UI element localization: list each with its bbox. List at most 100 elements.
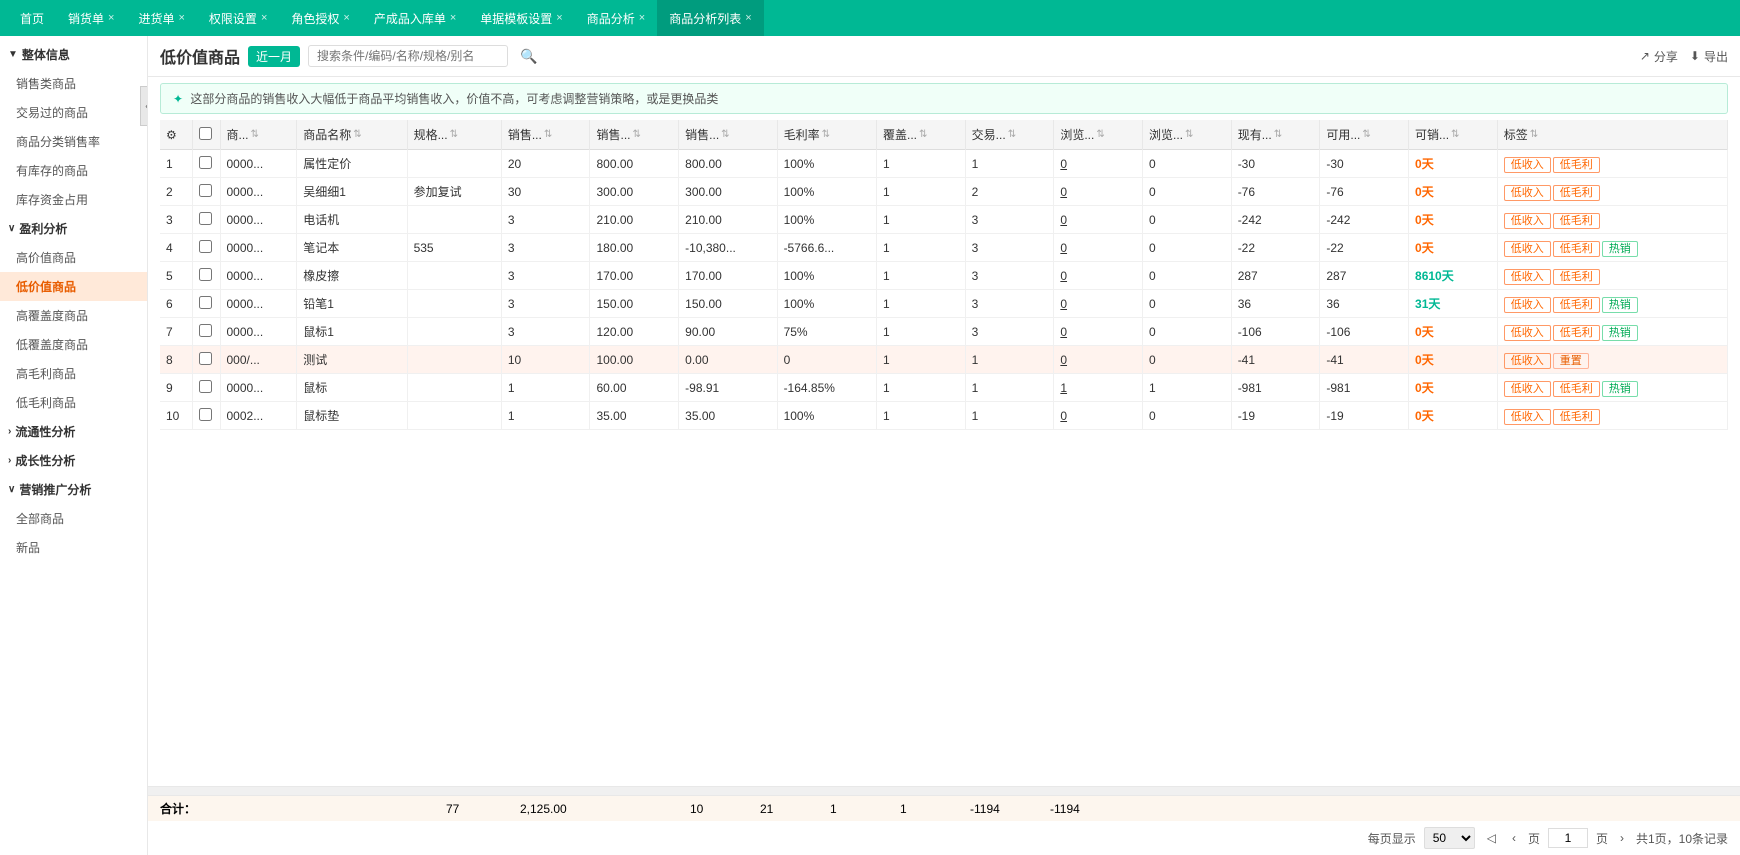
sidebar-item-sales-goods[interactable]: 销售类商品 <box>0 69 147 98</box>
nav-close-icon[interactable]: × <box>261 12 267 24</box>
view1-link[interactable]: 0 <box>1060 297 1067 311</box>
cell-checkbox[interactable] <box>192 262 220 290</box>
col-spec[interactable]: 规格...⇅ <box>407 120 501 150</box>
row-checkbox[interactable] <box>199 240 212 253</box>
next-page-button[interactable]: › <box>1616 829 1628 847</box>
per-page-select[interactable]: 50 100 200 <box>1424 827 1475 849</box>
sidebar-group-flow[interactable]: › 流通性分析 <box>0 417 147 446</box>
time-tag[interactable]: 近一月 <box>248 46 300 67</box>
sidebar-item-high-margin[interactable]: 高毛利商品 <box>0 359 147 388</box>
view1-link[interactable]: 0 <box>1060 185 1067 199</box>
col-sale-qty[interactable]: 销售...⇅ <box>501 120 590 150</box>
sidebar-item-new-goods[interactable]: 新品 <box>0 533 147 562</box>
col-sellable[interactable]: 可销...⇅ <box>1409 120 1498 150</box>
search-input[interactable] <box>308 45 508 67</box>
sidebar-collapse-button[interactable]: « <box>140 86 148 126</box>
nav-close-icon[interactable]: × <box>556 12 562 24</box>
cell-view1[interactable]: 0 <box>1054 318 1143 346</box>
nav-home[interactable]: 首页 <box>8 0 56 36</box>
sidebar-item-high-value[interactable]: 高价值商品 <box>0 243 147 272</box>
nav-purchase-order[interactable]: 进货单 × <box>126 0 196 36</box>
sidebar-group-overall[interactable]: ▼ 整体信息 <box>0 40 147 69</box>
row-checkbox[interactable] <box>199 352 212 365</box>
nav-close-icon[interactable]: × <box>639 12 645 24</box>
row-checkbox[interactable] <box>199 324 212 337</box>
cell-view1[interactable]: 0 <box>1054 262 1143 290</box>
sidebar-item-traded-goods[interactable]: 交易过的商品 <box>0 98 147 127</box>
cell-checkbox[interactable] <box>192 374 220 402</box>
cell-checkbox[interactable] <box>192 206 220 234</box>
col-tags[interactable]: 标签⇅ <box>1497 120 1727 150</box>
view1-link[interactable]: 0 <box>1060 353 1067 367</box>
cell-view1[interactable]: 0 <box>1054 150 1143 178</box>
row-checkbox[interactable] <box>199 184 212 197</box>
col-margin[interactable]: 毛利率⇅ <box>777 120 876 150</box>
nav-product-analysis[interactable]: 商品分析 × <box>575 0 657 36</box>
col-sale-price[interactable]: 销售...⇅ <box>590 120 679 150</box>
col-available-stock[interactable]: 可用...⇅ <box>1320 120 1409 150</box>
col-trade[interactable]: 交易...⇅ <box>965 120 1054 150</box>
nav-close-icon[interactable]: × <box>450 12 456 24</box>
sidebar-item-low-value[interactable]: 低价值商品 <box>0 272 147 301</box>
row-checkbox[interactable] <box>199 156 212 169</box>
nav-permission-setting[interactable]: 权限设置 × <box>197 0 279 36</box>
sidebar-item-low-coverage[interactable]: 低覆盖度商品 <box>0 330 147 359</box>
cell-checkbox[interactable] <box>192 290 220 318</box>
view1-link[interactable]: 0 <box>1060 409 1067 423</box>
cell-view1[interactable]: 0 <box>1054 290 1143 318</box>
horizontal-scrollbar[interactable] <box>148 787 1740 795</box>
view1-link[interactable]: 0 <box>1060 269 1067 283</box>
row-checkbox[interactable] <box>199 268 212 281</box>
cell-checkbox[interactable] <box>192 234 220 262</box>
nav-close-icon[interactable]: × <box>178 12 184 24</box>
row-checkbox[interactable] <box>199 296 212 309</box>
nav-close-icon[interactable]: × <box>745 12 751 24</box>
view1-link[interactable]: 0 <box>1060 157 1067 171</box>
sidebar-item-high-coverage[interactable]: 高覆盖度商品 <box>0 301 147 330</box>
col-current-stock[interactable]: 现有...⇅ <box>1231 120 1320 150</box>
col-coverage[interactable]: 覆盖...⇅ <box>877 120 966 150</box>
view1-link[interactable]: 0 <box>1060 325 1067 339</box>
cell-view1[interactable]: 0 <box>1054 178 1143 206</box>
sidebar-item-stock-goods[interactable]: 有库存的商品 <box>0 156 147 185</box>
cell-checkbox[interactable] <box>192 318 220 346</box>
sidebar-item-low-margin[interactable]: 低毛利商品 <box>0 388 147 417</box>
col-view1[interactable]: 浏览...⇅ <box>1054 120 1143 150</box>
view1-link[interactable]: 1 <box>1060 381 1067 395</box>
col-settings[interactable]: ⚙ <box>160 120 192 150</box>
cell-view1[interactable]: 0 <box>1054 346 1143 374</box>
nav-close-icon[interactable]: × <box>108 12 114 24</box>
col-sale-amount[interactable]: 销售...⇅ <box>679 120 777 150</box>
cell-checkbox[interactable] <box>192 178 220 206</box>
first-page-button[interactable]: ◁ <box>1483 829 1500 847</box>
cell-checkbox[interactable] <box>192 402 220 430</box>
col-name[interactable]: 商品名称⇅ <box>297 120 407 150</box>
row-checkbox[interactable] <box>199 408 212 421</box>
col-view2[interactable]: 浏览...⇅ <box>1143 120 1232 150</box>
nav-close-icon[interactable]: × <box>343 12 349 24</box>
sidebar-group-growth[interactable]: › 成长性分析 <box>0 446 147 475</box>
col-code[interactable]: 商...⇅ <box>220 120 297 150</box>
row-checkbox[interactable] <box>199 212 212 225</box>
nav-product-inbound[interactable]: 产成品入库单 × <box>362 0 468 36</box>
cell-checkbox[interactable] <box>192 150 220 178</box>
search-icon[interactable]: 🔍 <box>520 48 537 65</box>
view1-link[interactable]: 0 <box>1060 241 1067 255</box>
select-all-checkbox[interactable] <box>199 127 212 140</box>
view1-link[interactable]: 0 <box>1060 213 1067 227</box>
cell-view1[interactable]: 0 <box>1054 402 1143 430</box>
cell-checkbox[interactable] <box>192 346 220 374</box>
prev-page-button[interactable]: ‹ <box>1508 829 1520 847</box>
page-input[interactable] <box>1548 828 1588 848</box>
nav-sales-order[interactable]: 销货单 × <box>56 0 126 36</box>
nav-template-setting[interactable]: 单据模板设置 × <box>468 0 574 36</box>
cell-view1[interactable]: 0 <box>1054 234 1143 262</box>
share-button[interactable]: ↗ 分享 <box>1640 48 1678 65</box>
cell-view1[interactable]: 0 <box>1054 206 1143 234</box>
sidebar-item-all-goods[interactable]: 全部商品 <box>0 504 147 533</box>
sidebar-group-marketing[interactable]: ∨ 营销推广分析 <box>0 475 147 504</box>
cell-view1[interactable]: 1 <box>1054 374 1143 402</box>
sidebar-group-profit[interactable]: ∨ 盈利分析 <box>0 214 147 243</box>
row-checkbox[interactable] <box>199 380 212 393</box>
nav-product-analysis-list[interactable]: 商品分析列表 × <box>657 0 763 36</box>
